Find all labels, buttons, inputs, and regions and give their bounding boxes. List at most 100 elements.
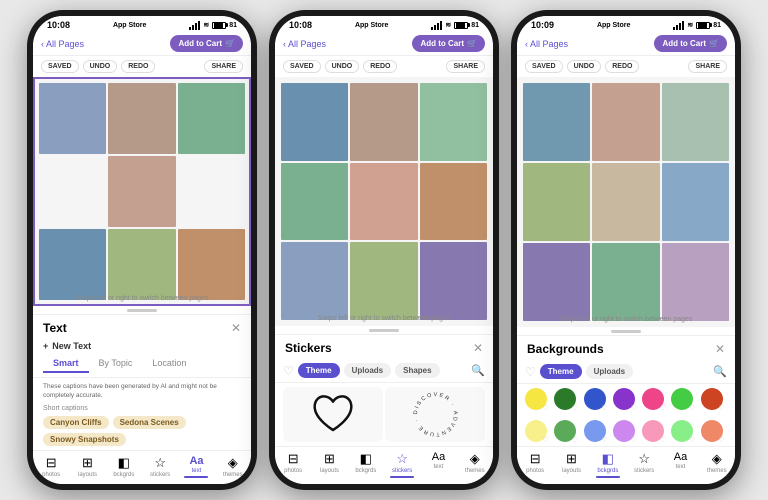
tab-layouts-1[interactable]: ⊞ layouts: [69, 455, 105, 478]
tab-bckgrds-3[interactable]: ◧ bckgrds: [590, 451, 626, 478]
tab-text-1[interactable]: Aa text: [178, 455, 214, 478]
ai-notice: These captions have been generated by AI…: [33, 378, 251, 402]
undo-btn-3[interactable]: UNDO: [567, 60, 602, 73]
search-btn-2[interactable]: 🔍: [471, 364, 485, 377]
new-text-button[interactable]: + New Text: [33, 339, 91, 355]
filter-uploads-2[interactable]: Uploads: [344, 363, 392, 378]
search-btn-3[interactable]: 🔍: [713, 365, 727, 378]
stickers-icon-1: ☆: [154, 455, 166, 471]
tab-layouts-3[interactable]: ⊞ layouts: [553, 451, 589, 478]
tab-stickers-3[interactable]: ☆ stickers: [626, 451, 662, 478]
themes-icon-3: ◈: [712, 451, 722, 467]
back-button-1[interactable]: ‹ All Pages: [41, 39, 84, 49]
swatch-blue[interactable]: ♡: [584, 388, 606, 410]
swatch-pink[interactable]: ♡: [642, 388, 664, 410]
swipe-handle-2: [369, 329, 399, 332]
saved-btn-1[interactable]: SAVED: [41, 60, 79, 73]
filter-theme-2[interactable]: Theme: [298, 363, 340, 378]
close-panel-1[interactable]: ✕: [231, 321, 241, 335]
tab-themes-1[interactable]: ◈ themes: [215, 455, 251, 478]
text-icon-1: Aa: [189, 455, 203, 467]
tab-photos-2[interactable]: ⊟ photos: [275, 451, 311, 478]
swatch-lt-blue[interactable]: ♡: [584, 420, 606, 442]
tab-text-3[interactable]: Aa text: [662, 451, 698, 478]
layouts-icon-2: ⊞: [324, 451, 335, 467]
tab-text-2[interactable]: Aa text: [420, 451, 456, 478]
swatch-lt-yellow[interactable]: ♡: [525, 420, 547, 442]
favorite-heart-btn-2[interactable]: ♡: [283, 364, 294, 378]
tab-smart[interactable]: Smart: [43, 355, 89, 373]
cart-icon-1: 🛒: [225, 39, 235, 48]
add-to-cart-3[interactable]: Add to Cart 🛒: [654, 35, 727, 52]
swatch-lt-green[interactable]: ♡: [554, 420, 576, 442]
redo-btn-2[interactable]: REDO: [363, 60, 397, 73]
tab-location[interactable]: Location: [142, 355, 196, 373]
tab-photos-1[interactable]: ⊟ photos: [33, 455, 69, 478]
tab-themes-label-1: themes: [223, 472, 243, 478]
tab-photos-label-3: photos: [526, 468, 544, 474]
photos-icon-3: ⊟: [530, 451, 541, 467]
swatch-red-orange[interactable]: ♡: [701, 388, 723, 410]
saved-btn-2[interactable]: SAVED: [283, 60, 321, 73]
phone-3: 10:09 App Store ≋ 81 ‹ All Pages: [511, 10, 741, 490]
tab-themes-3[interactable]: ◈ themes: [699, 451, 735, 478]
text-tabs: Smart By Topic Location: [33, 355, 251, 378]
filter-shapes-2[interactable]: Shapes: [395, 363, 439, 378]
undo-btn-2[interactable]: UNDO: [325, 60, 360, 73]
tag-sedona-scenes[interactable]: Sedona Scenes: [113, 416, 186, 429]
app-navbar-1: ‹ All Pages Add to Cart 🛒: [33, 32, 251, 56]
tab-layouts-2[interactable]: ⊞ layouts: [311, 451, 347, 478]
redo-btn-1[interactable]: REDO: [121, 60, 155, 73]
back-label-1: All Pages: [46, 39, 84, 49]
swatch-green[interactable]: ♡: [671, 388, 693, 410]
back-button-3[interactable]: ‹ All Pages: [525, 39, 568, 49]
bg-filter-row: ♡ Theme Uploads 🔍: [517, 360, 735, 384]
swatch-lt-purple[interactable]: ♡: [613, 420, 635, 442]
layouts-icon-1: ⊞: [82, 455, 93, 471]
tag-canyon-cliffs[interactable]: Canyon Cliffs: [43, 416, 109, 429]
add-to-cart-1[interactable]: Add to Cart 🛒: [170, 35, 243, 52]
swatch-dark-green[interactable]: ♡: [554, 388, 576, 410]
share-btn-2[interactable]: SHARE: [446, 60, 485, 73]
back-label-3: All Pages: [530, 39, 568, 49]
tab-bckgrds-2[interactable]: ◧ bckgrds: [348, 451, 384, 478]
tab-by-topic[interactable]: By Topic: [89, 355, 143, 373]
sticker-heart[interactable]: [283, 387, 383, 442]
add-to-cart-2[interactable]: Add to Cart 🛒: [412, 35, 485, 52]
undo-btn-1[interactable]: UNDO: [83, 60, 118, 73]
favorite-heart-btn-3[interactable]: ♡: [525, 365, 536, 379]
bckgrds-icon-1: ◧: [118, 455, 130, 471]
filter-uploads-3[interactable]: Uploads: [586, 364, 634, 379]
status-icons-2: ≋ 81: [431, 21, 479, 30]
new-text-label: New Text: [52, 341, 91, 351]
swatch-yellow[interactable]: ♡: [525, 388, 547, 410]
swatch-purple[interactable]: ♡: [613, 388, 635, 410]
tab-bckgrds-1[interactable]: ◧ bckgrds: [106, 455, 142, 478]
tab-stickers-2[interactable]: ☆ stickers: [384, 451, 420, 478]
share-btn-1[interactable]: SHARE: [204, 60, 243, 73]
swatch-lt-red[interactable]: ♡: [701, 420, 723, 442]
status-bar-2: 10:08 App Store ≋ 81: [275, 16, 493, 32]
swatch-lt-lt-green[interactable]: ♡: [671, 420, 693, 442]
canvas-hint-3: Swipe left or right to switch between pa…: [517, 316, 735, 323]
panel-title-1: Text: [43, 321, 67, 335]
app-navbar-2: ‹ All Pages Add to Cart 🛒: [275, 32, 493, 56]
saved-btn-3[interactable]: SAVED: [525, 60, 563, 73]
redo-btn-3[interactable]: REDO: [605, 60, 639, 73]
sticker-circle-text[interactable]: DISCOVER · ADVENTURE · EXPLORE · SEEING …: [385, 387, 485, 442]
themes-icon-2: ◈: [470, 451, 480, 467]
tab-bckgrds-label-2: bckgrds: [355, 468, 376, 474]
close-panel-2[interactable]: ✕: [473, 341, 483, 355]
caption-tags: Canyon Cliffs Sedona Scenes Snowy Snapsh…: [33, 414, 251, 450]
svg-text:DISCOVER · ADVENTURE · EXPLORE: DISCOVER · ADVENTURE · EXPLORE · SEEING …: [408, 387, 458, 437]
filter-theme-3[interactable]: Theme: [540, 364, 582, 379]
tab-photos-3[interactable]: ⊟ photos: [517, 451, 553, 478]
photo-canvas-2: Swipe left or right to switch between pa…: [275, 77, 493, 326]
tag-snowy-snapshots[interactable]: Snowy Snapshots: [43, 433, 126, 446]
tab-themes-2[interactable]: ◈ themes: [457, 451, 493, 478]
share-btn-3[interactable]: SHARE: [688, 60, 727, 73]
swatch-lt-pink[interactable]: ♡: [642, 420, 664, 442]
close-panel-3[interactable]: ✕: [715, 342, 725, 356]
back-button-2[interactable]: ‹ All Pages: [283, 39, 326, 49]
tab-stickers-1[interactable]: ☆ stickers: [142, 455, 178, 478]
